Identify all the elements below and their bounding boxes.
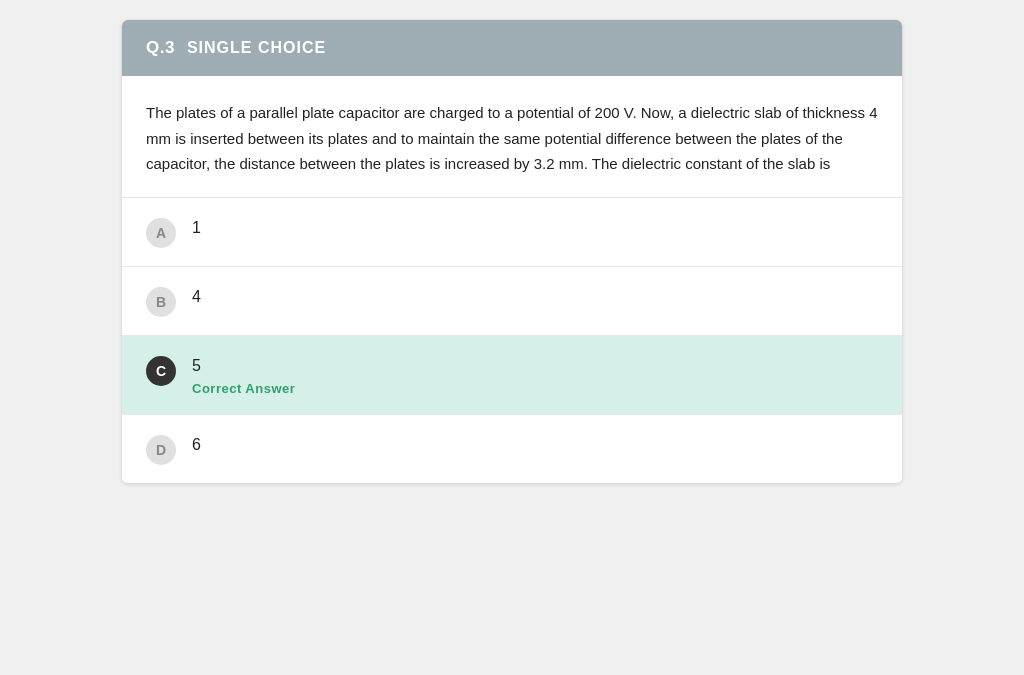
option-item-a[interactable]: A1 (122, 198, 902, 267)
option-value-c: 5 (192, 354, 295, 378)
option-value-b: 4 (192, 285, 201, 309)
option-badge-c: C (146, 356, 176, 386)
option-badge-d: D (146, 435, 176, 465)
option-badge-a: A (146, 218, 176, 248)
option-item-b[interactable]: B4 (122, 267, 902, 336)
question-card: Q.3 SINGLE CHOICE The plates of a parall… (122, 20, 902, 483)
option-item-d[interactable]: D6 (122, 415, 902, 483)
option-value-a: 1 (192, 216, 201, 240)
option-content-b: 4 (192, 285, 201, 309)
question-type: SINGLE CHOICE (187, 39, 326, 57)
option-item-c[interactable]: C5 Correct Answer (122, 336, 902, 415)
correct-answer-label: Correct Answer (192, 381, 295, 396)
option-content-c: 5 Correct Answer (192, 354, 295, 396)
options-list: A1B4C5Correct AnswerD6 (122, 198, 902, 483)
option-badge-b: B (146, 287, 176, 317)
question-text: The plates of a parallel plate capacitor… (146, 100, 878, 177)
option-value-d: 6 (192, 433, 201, 457)
question-header: Q.3 SINGLE CHOICE (122, 20, 902, 76)
question-number: Q.3 (146, 38, 175, 58)
question-body: The plates of a parallel plate capacitor… (122, 76, 902, 198)
option-content-d: 6 (192, 433, 201, 457)
option-content-a: 1 (192, 216, 201, 240)
